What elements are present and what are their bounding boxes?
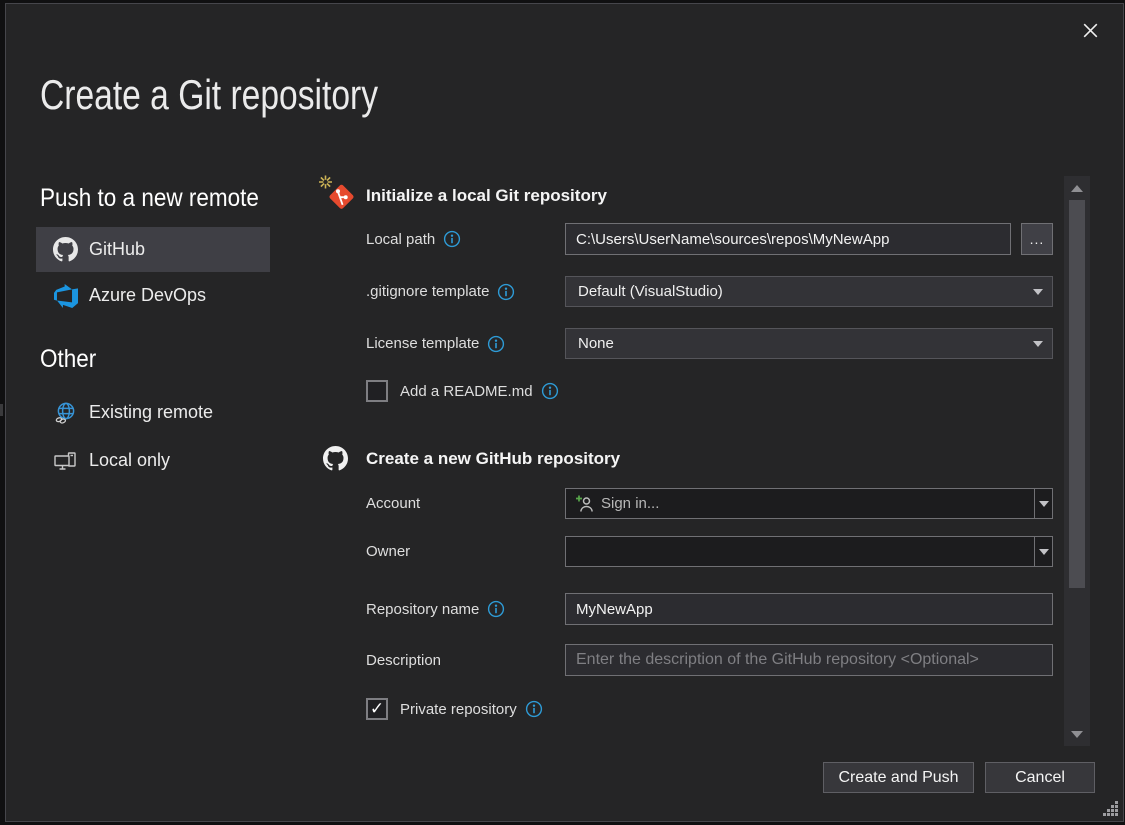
repo-name-label: Repository name [366, 601, 479, 618]
scroll-up-icon [1071, 185, 1083, 192]
sign-in-user-icon [574, 494, 594, 514]
gitignore-value: Default (VisualStudio) [578, 283, 723, 300]
computer-icon [53, 448, 78, 473]
owner-combobox[interactable] [565, 536, 1053, 567]
sidebar-item-label: Existing remote [89, 402, 213, 423]
create-git-repo-dialog: Create a Git repository Push to a new re… [5, 3, 1124, 822]
background-window-edge [0, 404, 3, 416]
browse-button[interactable]: ... [1021, 223, 1053, 255]
description-label: Description [366, 652, 441, 669]
scroll-up-button[interactable] [1064, 176, 1090, 200]
sidebar-item-existing-remote[interactable]: Existing remote [36, 390, 270, 435]
scroll-down-icon [1071, 731, 1083, 738]
account-placeholder: Sign in... [601, 495, 659, 512]
sidebar-item-local-only[interactable]: Local only [36, 438, 270, 483]
info-icon[interactable] [497, 283, 515, 301]
license-label: License template [366, 335, 479, 352]
github-section-icon [323, 446, 348, 476]
info-icon[interactable] [525, 700, 543, 718]
readme-checkbox[interactable] [366, 380, 388, 402]
info-icon[interactable] [487, 335, 505, 353]
sidebar-item-azure-devops[interactable]: Azure DevOps [36, 273, 270, 318]
info-icon[interactable] [443, 230, 461, 248]
account-combobox[interactable]: Sign in... [565, 488, 1053, 519]
chevron-down-icon [1033, 341, 1043, 347]
private-repo-checkbox[interactable]: ✓ [366, 698, 388, 720]
private-repo-label: Private repository [400, 701, 517, 718]
globe-link-icon [53, 400, 78, 425]
create-and-push-button[interactable]: Create and Push [823, 762, 974, 793]
info-icon[interactable] [487, 600, 505, 618]
sidebar-item-github[interactable]: GitHub [36, 227, 270, 272]
account-label: Account [366, 495, 420, 512]
sidebar-item-label: GitHub [89, 239, 145, 260]
github-icon [53, 237, 78, 262]
azure-devops-icon [53, 283, 78, 308]
dialog-title: Create a Git repository [40, 71, 378, 119]
repo-name-input[interactable] [565, 593, 1053, 625]
info-icon[interactable] [541, 382, 559, 400]
close-button[interactable] [1079, 19, 1101, 41]
combo-drop-button[interactable] [1034, 489, 1052, 518]
gitignore-label: .gitignore template [366, 283, 489, 300]
cancel-button[interactable]: Cancel [985, 762, 1095, 793]
local-path-input[interactable] [565, 223, 1011, 255]
sidebar-item-label: Azure DevOps [89, 285, 206, 306]
license-dropdown[interactable]: None [565, 328, 1053, 359]
readme-label: Add a README.md [400, 383, 533, 400]
chevron-down-icon [1039, 501, 1049, 507]
other-heading: Other [40, 345, 96, 374]
github-section-heading: Create a new GitHub repository [366, 449, 620, 469]
scroll-down-button[interactable] [1064, 722, 1090, 746]
init-section-heading: Initialize a local Git repository [366, 186, 607, 206]
owner-label: Owner [366, 543, 410, 560]
resize-grip[interactable] [1100, 798, 1120, 818]
sidebar-item-label: Local only [89, 450, 170, 471]
gitignore-dropdown[interactable]: Default (VisualStudio) [565, 276, 1053, 307]
push-remote-heading: Push to a new remote [40, 184, 259, 213]
chevron-down-icon [1039, 549, 1049, 555]
description-input[interactable] [565, 644, 1053, 676]
local-path-label: Local path [366, 231, 435, 248]
scrollbar[interactable] [1064, 176, 1090, 746]
license-value: None [578, 335, 614, 352]
close-icon [1080, 20, 1101, 41]
git-new-repo-icon [316, 174, 360, 218]
scrollbar-thumb[interactable] [1069, 200, 1085, 588]
chevron-down-icon [1033, 289, 1043, 295]
combo-drop-button[interactable] [1034, 537, 1052, 566]
